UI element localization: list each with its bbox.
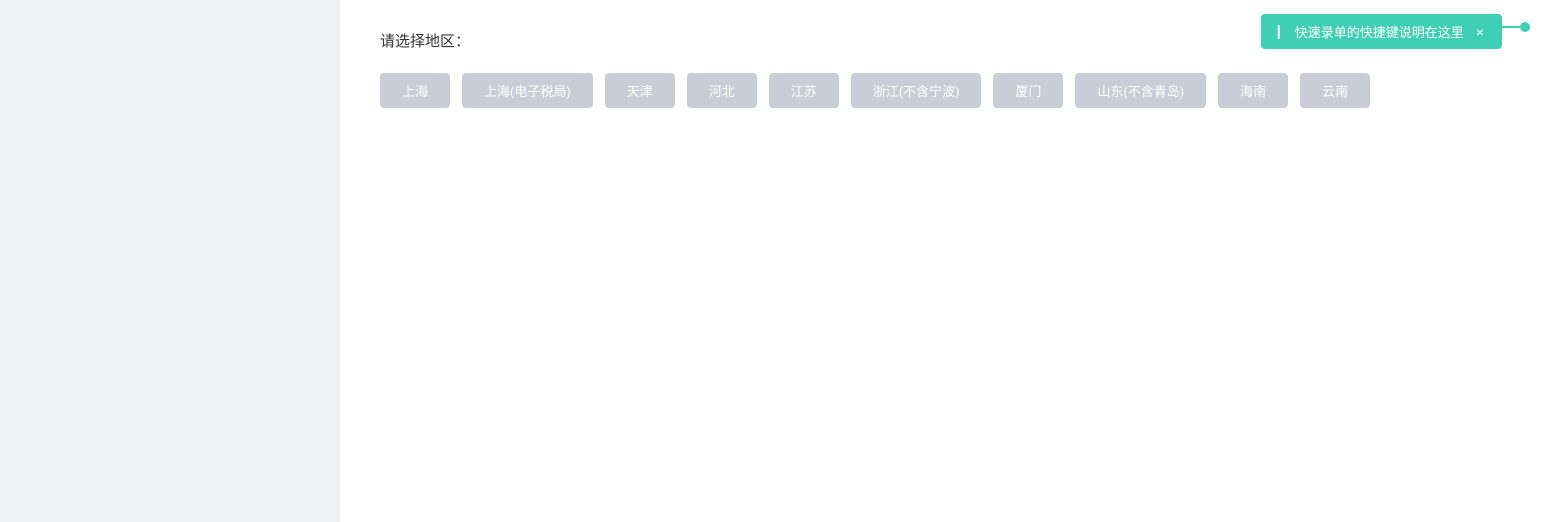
tooltip-banner: 快速录单的快捷键说明在这里 × [1261,14,1502,49]
region-btn-shanghai[interactable]: 上海 [380,73,450,108]
region-btn-shanghai-etax[interactable]: 上海(电子税局) [462,73,593,108]
region-btn-zhejiang[interactable]: 浙江(不含宁波) [851,73,982,108]
tooltip-connector-line [1502,26,1520,28]
tooltip-connector-dot [1520,22,1530,32]
region-btn-hainan[interactable]: 海南 [1218,73,1288,108]
main-content: 请选择地区： 上海上海(电子税局)天津河北江苏浙江(不含宁波)厦门山东(不含青岛… [340,0,1562,522]
region-btn-yunnan[interactable]: 云南 [1300,73,1370,108]
region-btn-xiamen[interactable]: 厦门 [993,73,1063,108]
region-btn-shandong[interactable]: 山东(不含青岛) [1075,73,1206,108]
left-panel [0,0,340,522]
region-btn-tianjin[interactable]: 天津 [605,73,675,108]
tooltip-text: 快速录单的快捷键说明在这里 [1295,22,1464,41]
region-btn-hebei[interactable]: 河北 [687,73,757,108]
tooltip-close-button[interactable]: × [1474,24,1486,40]
region-btn-jiangsu[interactable]: 江苏 [769,73,839,108]
region-buttons-container: 上海上海(电子税局) 天津河北江苏浙江(不含宁波) 厦门山东(不含青岛) 海南云南 [380,73,1522,108]
